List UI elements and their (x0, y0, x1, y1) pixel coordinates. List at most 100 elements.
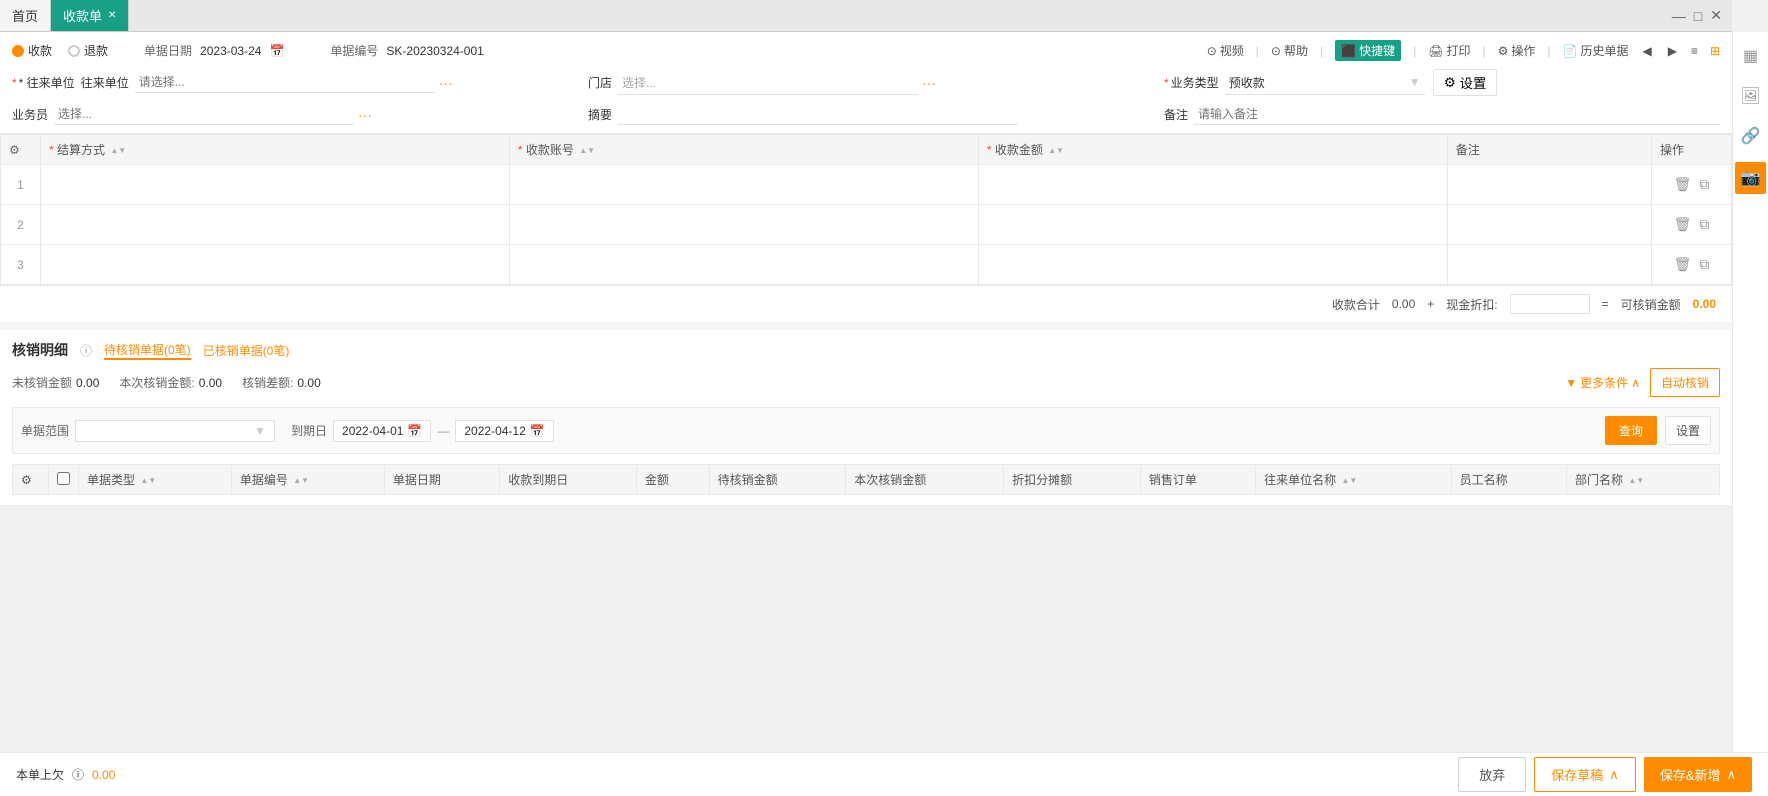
nav-prev-icon[interactable]: ◀ (1640, 44, 1653, 58)
row-1-account[interactable] (509, 165, 978, 205)
staff-more-icon[interactable]: ··· (354, 107, 376, 123)
staff-input[interactable] (54, 104, 354, 125)
row-1-copy-icon[interactable]: ⧉ (1699, 176, 1709, 193)
calendar-icon[interactable]: 📅 (269, 44, 284, 58)
table-gear-icon[interactable]: ⚙ (9, 143, 20, 157)
row-2-account[interactable] (509, 205, 978, 245)
row-3-delete-icon[interactable]: 🗑 (1674, 256, 1692, 273)
row-1-amount[interactable] (978, 165, 1447, 205)
draft-dropdown-icon: ∧ (1609, 767, 1619, 783)
due-date-to[interactable]: 2022-04-12 📅 (455, 420, 553, 442)
counterpart-input[interactable] (135, 72, 435, 93)
bt-col-current: 本次核销金额 (846, 465, 1004, 495)
col-action: 操作 (1652, 135, 1732, 165)
toolbar-list-view[interactable]: ≡ (1691, 44, 1698, 58)
row-3-settle[interactable] (41, 245, 510, 285)
sort-settle-icon[interactable]: ▲▼ (110, 147, 126, 155)
row-1-settle[interactable] (41, 165, 510, 205)
save-new-dropdown-icon: ∧ (1726, 767, 1736, 783)
current-stat: 本次核销金额: 0.00 (119, 374, 222, 391)
shop-select[interactable]: 选择... (618, 71, 918, 95)
filter-settings-button[interactable]: 设置 (1665, 416, 1711, 445)
available-label: 可核销金额 (1621, 296, 1681, 313)
row-2-delete-icon[interactable]: 🗑 (1674, 216, 1692, 233)
sidebar-table-icon[interactable]: ▦ (1739, 42, 1762, 70)
row-3-amount[interactable] (978, 245, 1447, 285)
bt-col-staff: 员工名称 (1451, 465, 1566, 495)
save-new-button[interactable]: 保存&新增 ∧ (1644, 757, 1752, 792)
bt-checkbox-all[interactable] (57, 472, 70, 485)
row-1-delete-icon[interactable]: 🗑 (1674, 176, 1692, 193)
tab-done[interactable]: 已核销单据(0笔) (203, 342, 290, 359)
maximize-button[interactable]: □ (1694, 8, 1702, 24)
bt-col-docdate: 单据日期 (384, 465, 499, 495)
row-3-account[interactable] (509, 245, 978, 285)
more-conditions[interactable]: ▼ 更多条件 ∧ (1565, 374, 1640, 391)
close-button[interactable]: ✕ (1710, 7, 1722, 24)
shop-label: 门店 (588, 74, 612, 91)
sidebar-image-icon[interactable]: 🖼 (1736, 82, 1764, 110)
row-2-copy-icon[interactable]: ⧉ (1699, 216, 1709, 233)
sort-doctype-icon[interactable]: ▲▼ (140, 477, 156, 485)
filter-actions: ▼ 更多条件 ∧ 自动核销 (1565, 368, 1720, 397)
counterpart-more-icon[interactable]: ··· (435, 75, 457, 91)
sort-account-icon[interactable]: ▲▼ (579, 147, 595, 155)
minimize-button[interactable]: — (1672, 8, 1686, 24)
plus-sign: + (1427, 297, 1434, 311)
tab-pending[interactable]: 待核销单据(0笔) (104, 341, 191, 360)
tab-bar: 首页 收款单 ✕ — □ ✕ (0, 0, 1732, 32)
bt-col-amount: 金额 (636, 465, 709, 495)
radio-receipt[interactable]: 收款 (12, 42, 52, 59)
cal-to-icon[interactable]: 📅 (530, 424, 545, 438)
filter-buttons: 查询 设置 (1605, 416, 1711, 445)
writeoff-stats: 未核销金额 0.00 本次核销金额: 0.00 核销差额: 0.00 ▼ 更多条… (12, 368, 1720, 397)
business-type-select[interactable]: 预收款 ▼ (1225, 71, 1425, 95)
sort-dept-icon[interactable]: ▲▼ (1628, 477, 1644, 485)
auto-writeoff-button[interactable]: 自动核销 (1650, 368, 1720, 397)
tab-close-icon[interactable]: ✕ (108, 10, 116, 21)
query-button[interactable]: 查询 (1605, 416, 1657, 445)
writeoff-info-icon[interactable]: ⓘ (80, 342, 92, 359)
discard-button[interactable]: 放弃 (1458, 757, 1526, 792)
remark-input[interactable] (1194, 104, 1720, 125)
toolbar-history[interactable]: 📄 历史单据 (1562, 42, 1628, 59)
row-2-amount[interactable] (978, 205, 1447, 245)
bt-col-gear: ⚙ (13, 465, 49, 495)
tab-receipt[interactable]: 收款单 ✕ (51, 0, 129, 31)
toolbar-operation[interactable]: ⚙ 操作 (1498, 42, 1536, 59)
sort-docno-icon[interactable]: ▲▼ (293, 477, 309, 485)
row-2-settle[interactable] (41, 205, 510, 245)
range-select[interactable]: ▼ (75, 420, 275, 442)
tab-home[interactable]: 首页 (0, 0, 51, 31)
row-num-1: 1 (1, 165, 41, 205)
sidebar-camera-icon[interactable]: 📷 (1735, 162, 1767, 194)
sidebar-link-icon[interactable]: 🔗 (1737, 122, 1765, 150)
sort-counterpart-icon[interactable]: ▲▼ (1342, 477, 1358, 485)
row-3-remark[interactable] (1447, 245, 1651, 285)
form-header: 收款 退款 单据日期 2023-03-24 📅 单据编号 SK-20230324… (0, 32, 1732, 134)
col-remark: 备注 (1447, 135, 1651, 165)
summary-input[interactable] (618, 104, 1018, 125)
writeoff-title: 核销明细 (12, 340, 68, 360)
toolbar-grid-view[interactable]: ⊞ (1710, 44, 1720, 58)
toolbar-print[interactable]: 🖨 打印 (1428, 42, 1470, 59)
row-3-copy-icon[interactable]: ⧉ (1699, 256, 1709, 273)
row-2-remark[interactable] (1447, 205, 1651, 245)
toolbar-video[interactable]: ⊙ 视频 (1207, 42, 1244, 59)
right-sidebar: ▦ 🖼 🔗 📷 (1732, 32, 1768, 796)
discount-input[interactable] (1510, 294, 1590, 314)
row-1-remark[interactable] (1447, 165, 1651, 205)
radio-refund[interactable]: 退款 (68, 42, 108, 59)
nav-next-icon[interactable]: ▶ (1666, 44, 1679, 58)
save-draft-button[interactable]: 保存草稿 ∧ (1534, 757, 1636, 792)
toolbar-help[interactable]: ⊙ 帮助 (1271, 42, 1308, 59)
bt-gear-icon[interactable]: ⚙ (21, 473, 32, 487)
cal-from-icon[interactable]: 📅 (407, 424, 422, 438)
sort-amount-icon[interactable]: ▲▼ (1048, 147, 1064, 155)
due-date-label: 到期日 (291, 422, 327, 439)
diff-stat: 核销差额: 0.00 (242, 374, 321, 391)
due-date-from[interactable]: 2022-04-01 📅 (333, 420, 431, 442)
toolbar-shortcut[interactable]: ⬛ 快捷键 (1335, 40, 1401, 61)
settings-button[interactable]: ⚙ 设置 (1433, 69, 1498, 96)
shop-more-icon[interactable]: ··· (918, 75, 940, 91)
